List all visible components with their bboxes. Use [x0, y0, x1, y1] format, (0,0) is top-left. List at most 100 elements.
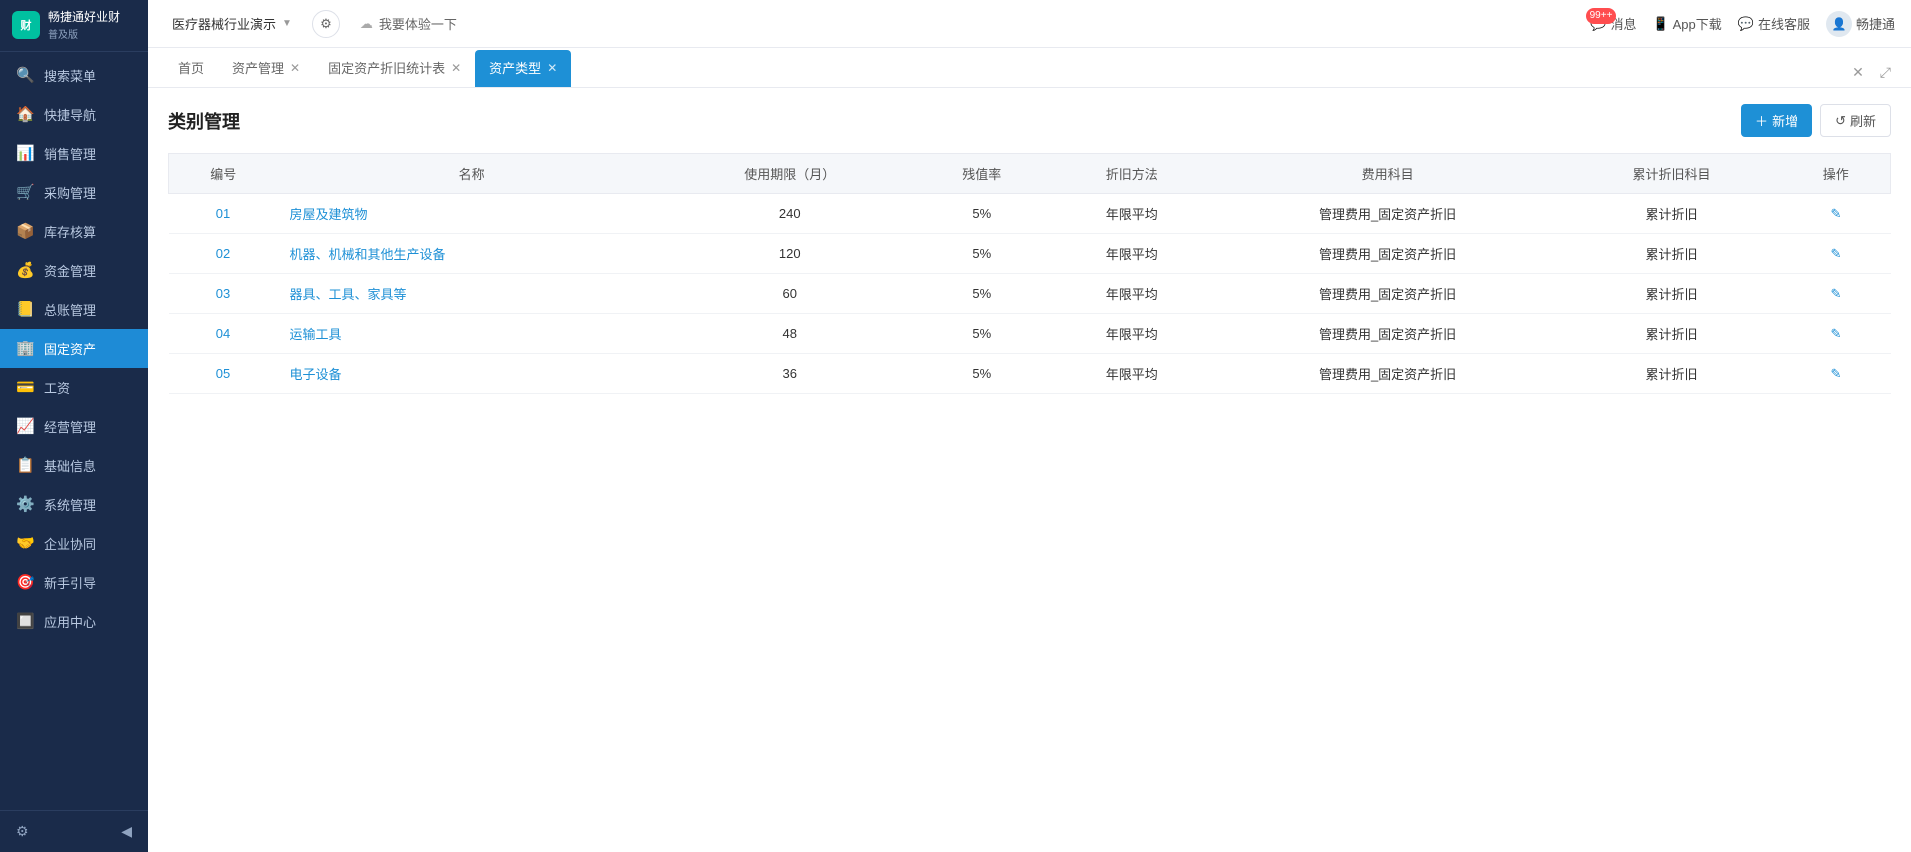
col-header-cumul: 累计折旧科目 [1561, 154, 1781, 194]
topbar-app-download[interactable]: 📱 App下载 [1652, 14, 1721, 33]
sidebar-item-app-center[interactable]: 🔲 应用中心 [0, 602, 148, 641]
service-label: 在线客服 [1758, 14, 1810, 33]
cell-action-2[interactable]: ✎ [1781, 274, 1890, 314]
edit-icon[interactable]: ✎ [1831, 326, 1842, 341]
new-button[interactable]: ＋ 新增 [1741, 104, 1812, 137]
cell-method-4: 年限平均 [1050, 354, 1214, 394]
sidebar-item-sales[interactable]: 📊 销售管理 [0, 134, 148, 173]
cell-action-1[interactable]: ✎ [1781, 234, 1890, 274]
table-row: 02机器、机械和其他生产设备1205%年限平均管理费用_固定资产折旧累计折旧✎ [169, 234, 1891, 274]
cell-code-1: 02 [169, 234, 278, 274]
table-row: 01房屋及建筑物2405%年限平均管理费用_固定资产折旧累计折旧✎ [169, 194, 1891, 234]
sidebar-item-purchase[interactable]: 🛒 采购管理 [0, 173, 148, 212]
sidebar-item-basic-info[interactable]: 📋 基础信息 [0, 446, 148, 485]
sidebar-item-fixed-assets[interactable]: 🏢 固定资产 [0, 329, 148, 368]
app-logo: 财 畅捷通好业财 普及版 [0, 0, 148, 52]
cell-period-0: 240 [666, 194, 914, 234]
cell-expense-1: 管理费用_固定资产折旧 [1214, 234, 1562, 274]
topbar-messages[interactable]: 💬99+ 消息 [1590, 14, 1636, 33]
new-label: 新增 [1772, 111, 1798, 130]
sidebar-item-system[interactable]: ⚙️ 系统管理 [0, 485, 148, 524]
topbar-settings-button[interactable]: ⚙ [312, 10, 340, 38]
sidebar-item-operations[interactable]: 📈 经营管理 [0, 407, 148, 446]
cell-residual-3: 5% [914, 314, 1050, 354]
sidebar-item-label: 系统管理 [44, 495, 96, 514]
tab-label-asset-type: 资产类型 [489, 58, 541, 77]
sidebar-item-funds[interactable]: 💰 资金管理 [0, 251, 148, 290]
tab-asset-type[interactable]: 资产类型 ✕ [475, 50, 571, 87]
cell-action-0[interactable]: ✎ [1781, 194, 1890, 234]
sidebar-item-quick-nav[interactable]: 🏠 快捷导航 [0, 95, 148, 134]
user-name: 畅捷通 [1856, 14, 1895, 33]
sidebar-item-label: 总账管理 [44, 300, 96, 319]
basic-info-icon: 📋 [16, 456, 34, 474]
cell-residual-4: 5% [914, 354, 1050, 394]
sidebar-item-inventory[interactable]: 📦 库存核算 [0, 212, 148, 251]
refresh-icon: ↺ [1835, 113, 1846, 129]
cooperation-icon: 🤝 [16, 534, 34, 552]
tab-home[interactable]: 首页 [164, 50, 218, 87]
operations-icon: 📈 [16, 417, 34, 435]
cell-code-2: 03 [169, 274, 278, 314]
sidebar-item-label: 固定资产 [44, 339, 96, 358]
sidebar-nav: 🔍 搜索菜单🏠 快捷导航📊 销售管理🛒 采购管理📦 库存核算💰 资金管理📒 总账… [0, 52, 148, 810]
cloud-icon: ☁ [360, 16, 373, 32]
edit-icon[interactable]: ✎ [1831, 246, 1842, 261]
trial-button[interactable]: ☁ 我要体验一下 [352, 10, 465, 37]
header-actions: ＋ 新增 ↺ 刷新 [1741, 104, 1891, 137]
app-version: 普及版 [48, 26, 120, 41]
cell-period-1: 120 [666, 234, 914, 274]
edit-icon[interactable]: ✎ [1831, 206, 1842, 221]
cell-name-2: 器具、工具、家具等 [277, 274, 665, 314]
sidebar-item-cooperation[interactable]: 🤝 企业协同 [0, 524, 148, 563]
topbar-right: 💬99+ 消息 📱 App下载 💬 在线客服 👤 畅捷通 [1590, 11, 1895, 37]
tab-label-depreciation-table: 固定资产折旧统计表 [328, 58, 445, 77]
sidebar-item-payroll[interactable]: 💳 工资 [0, 368, 148, 407]
payroll-icon: 💳 [16, 378, 34, 396]
company-selector[interactable]: 医疗器械行业演示 ▼ [164, 10, 300, 37]
cell-cumul-1: 累计折旧 [1561, 234, 1781, 274]
content-area: 类别管理 ＋ 新增 ↺ 刷新 编号名称使用期限（月）残值率折旧方法费用科目累计折… [148, 88, 1911, 852]
cell-residual-0: 5% [914, 194, 1050, 234]
edit-icon[interactable]: ✎ [1831, 366, 1842, 381]
cell-residual-2: 5% [914, 274, 1050, 314]
cell-method-2: 年限平均 [1050, 274, 1214, 314]
topbar-user[interactable]: 👤 畅捷通 [1826, 11, 1895, 37]
plus-icon: ＋ [1755, 111, 1768, 130]
tab-close-asset-type[interactable]: ✕ [547, 61, 557, 75]
sidebar-item-search[interactable]: 🔍 搜索菜单 [0, 56, 148, 95]
refresh-button[interactable]: ↺ 刷新 [1820, 104, 1891, 137]
tab-asset-mgmt[interactable]: 资产管理✕ [218, 50, 314, 87]
maximize-window-icon[interactable]: ⤢ [1876, 62, 1895, 83]
topbar-online-service[interactable]: 💬 在线客服 [1738, 14, 1810, 33]
cell-name-4: 电子设备 [277, 354, 665, 394]
sidebar-item-label: 企业协同 [44, 534, 96, 553]
cell-code-0: 01 [169, 194, 278, 234]
close-window-icon[interactable]: ✕ [1848, 62, 1868, 83]
sidebar-item-guide[interactable]: 🎯 新手引导 [0, 563, 148, 602]
collapse-icon[interactable]: ◀ [117, 819, 136, 844]
cell-code-3: 04 [169, 314, 278, 354]
cell-period-3: 48 [666, 314, 914, 354]
edit-icon[interactable]: ✎ [1831, 286, 1842, 301]
sidebar-item-label: 基础信息 [44, 456, 96, 475]
cell-action-4[interactable]: ✎ [1781, 354, 1890, 394]
tab-close-depreciation-table[interactable]: ✕ [451, 61, 461, 75]
sidebar-item-ledger[interactable]: 📒 总账管理 [0, 290, 148, 329]
cell-action-3[interactable]: ✎ [1781, 314, 1890, 354]
ledger-icon: 📒 [16, 300, 34, 318]
cell-period-2: 60 [666, 274, 914, 314]
tab-depreciation-table[interactable]: 固定资产折旧统计表 ✕ [314, 50, 475, 87]
cell-cumul-2: 累计折旧 [1561, 274, 1781, 314]
gear-icon: ⚙ [320, 16, 332, 32]
refresh-label: 刷新 [1850, 111, 1876, 130]
window-controls: ✕ ⤢ [1848, 62, 1895, 87]
settings-icon[interactable]: ⚙ [12, 819, 33, 844]
trial-label: 我要体验一下 [379, 14, 457, 33]
tab-close-asset-mgmt[interactable]: ✕ [290, 61, 300, 75]
topbar: 医疗器械行业演示 ▼ ⚙ ☁ 我要体验一下 💬99+ 消息 📱 App下载 💬 在线… [148, 0, 1911, 48]
sidebar-item-label: 快捷导航 [44, 105, 96, 124]
cell-residual-1: 5% [914, 234, 1050, 274]
category-table: 编号名称使用期限（月）残值率折旧方法费用科目累计折旧科目操作 01房屋及建筑物2… [168, 153, 1891, 394]
col-header-method: 折旧方法 [1050, 154, 1214, 194]
